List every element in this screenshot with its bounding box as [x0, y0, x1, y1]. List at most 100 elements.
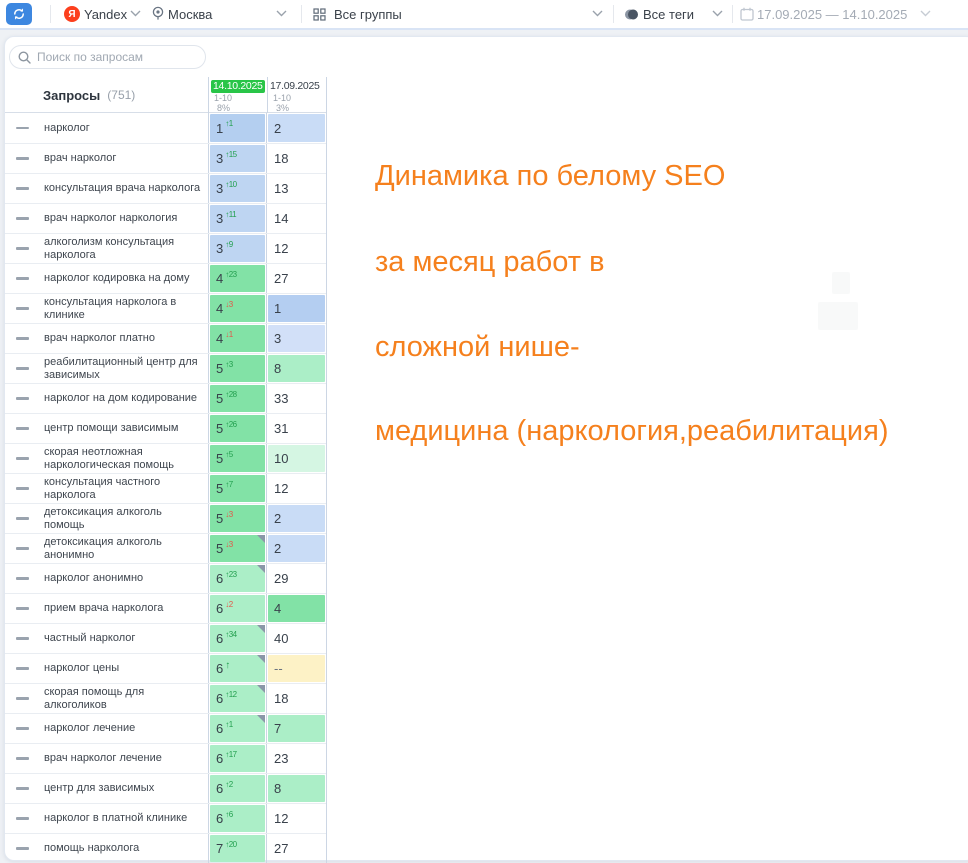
row-drag-handle[interactable]: [5, 654, 39, 683]
groups-filter-label[interactable]: Все группы: [334, 7, 402, 22]
position-cell-previous[interactable]: 13: [267, 174, 326, 203]
region-label[interactable]: Москва: [168, 7, 212, 22]
position-cell-current[interactable]: 6 ↑: [208, 654, 267, 683]
searcher-label[interactable]: Yandex: [84, 7, 127, 22]
position-cell-current[interactable]: 1 ↑1: [208, 113, 267, 143]
row-drag-handle[interactable]: [5, 714, 39, 743]
position-cell-previous[interactable]: 27: [267, 834, 326, 863]
position-cell-previous[interactable]: 2: [267, 534, 326, 563]
query-label[interactable]: врач нарколог лечение: [39, 744, 208, 773]
position-cell-current[interactable]: 5 ↑5: [208, 444, 267, 474]
row-drag-handle[interactable]: [5, 474, 39, 503]
position-cell-previous[interactable]: 8: [267, 354, 326, 383]
query-label[interactable]: консультация нарколога в клинике: [39, 294, 208, 323]
row-drag-handle[interactable]: [5, 564, 39, 593]
position-cell-current[interactable]: 6 ↑23: [208, 564, 267, 593]
row-drag-handle[interactable]: [5, 354, 39, 383]
row-drag-handle[interactable]: [5, 684, 39, 713]
query-search-box[interactable]: [9, 45, 206, 69]
position-cell-current[interactable]: 3 ↑10: [208, 174, 267, 203]
query-label[interactable]: нарколог в платной клинике: [39, 804, 208, 833]
tags-filter-label[interactable]: Все теги: [643, 7, 694, 22]
position-cell-current[interactable]: 3 ↑11: [208, 204, 267, 233]
query-label[interactable]: нарколог цены: [39, 654, 208, 683]
position-cell-current[interactable]: 6 ↑12: [208, 684, 267, 714]
position-cell-current[interactable]: 6 ↑6: [208, 804, 267, 833]
row-drag-handle[interactable]: [5, 294, 39, 323]
current-date-column-header[interactable]: 14.10.2025 1-10 8%: [208, 77, 267, 113]
query-label[interactable]: центр помощи зависимым: [39, 414, 208, 443]
row-drag-handle[interactable]: [5, 414, 39, 443]
row-drag-handle[interactable]: [5, 264, 39, 293]
position-cell-current[interactable]: 5 ↑7: [208, 474, 267, 504]
position-cell-previous[interactable]: 3: [267, 324, 326, 353]
chevron-down-icon[interactable]: [130, 10, 141, 17]
row-drag-handle[interactable]: [5, 534, 39, 563]
position-cell-current[interactable]: 5 ↓3: [208, 504, 267, 534]
position-cell-previous[interactable]: 8: [267, 774, 326, 803]
position-cell-previous[interactable]: 4: [267, 594, 326, 623]
position-cell-previous[interactable]: 10: [267, 444, 326, 473]
position-cell-previous[interactable]: 29: [267, 564, 326, 593]
row-drag-handle[interactable]: [5, 384, 39, 413]
query-label[interactable]: детоксикация алкоголь анонимно: [39, 534, 208, 563]
query-label[interactable]: детоксикация алкоголь помощь: [39, 504, 208, 533]
query-label[interactable]: нарколог кодировка на дому: [39, 264, 208, 293]
position-cell-previous[interactable]: 27: [267, 264, 326, 293]
query-label[interactable]: частный нарколог: [39, 624, 208, 653]
query-label[interactable]: врач нарколог: [39, 144, 208, 173]
queries-column-header[interactable]: Запросы (751): [39, 77, 208, 113]
position-cell-current[interactable]: 7 ↑20: [208, 834, 267, 863]
position-cell-current[interactable]: 6 ↓2: [208, 594, 267, 623]
row-drag-handle[interactable]: [5, 834, 39, 863]
query-label[interactable]: консультация частного нарколога: [39, 474, 208, 503]
row-drag-handle[interactable]: [5, 444, 39, 473]
position-cell-current[interactable]: 6 ↑34: [208, 624, 267, 653]
position-cell-current[interactable]: 3 ↑15: [208, 144, 267, 173]
chevron-down-icon[interactable]: [592, 10, 603, 17]
query-label[interactable]: нарколог лечение: [39, 714, 208, 743]
position-cell-previous[interactable]: 33: [267, 384, 326, 413]
position-cell-current[interactable]: 4 ↑23: [208, 264, 267, 293]
position-cell-current[interactable]: 6 ↑2: [208, 774, 267, 803]
chevron-down-icon[interactable]: [712, 10, 723, 17]
position-cell-current[interactable]: 3 ↑9: [208, 234, 267, 264]
query-label[interactable]: нарколог анонимно: [39, 564, 208, 593]
query-label[interactable]: реабилитационный центр для зависимых: [39, 354, 208, 383]
position-cell-previous[interactable]: 12: [267, 474, 326, 503]
row-drag-handle[interactable]: [5, 113, 39, 143]
row-drag-handle[interactable]: [5, 234, 39, 263]
row-drag-handle[interactable]: [5, 324, 39, 353]
row-drag-handle[interactable]: [5, 624, 39, 653]
query-label[interactable]: помощь нарколога: [39, 834, 208, 863]
row-drag-handle[interactable]: [5, 144, 39, 173]
row-drag-handle[interactable]: [5, 744, 39, 773]
position-cell-previous[interactable]: 12: [267, 804, 326, 833]
query-label[interactable]: скорая неотложная наркологическая помощь: [39, 444, 208, 473]
position-cell-previous[interactable]: 31: [267, 414, 326, 443]
search-input[interactable]: [37, 50, 197, 64]
query-label[interactable]: врач нарколог наркология: [39, 204, 208, 233]
row-drag-handle[interactable]: [5, 774, 39, 803]
position-cell-current[interactable]: 5 ↑26: [208, 414, 267, 443]
position-cell-current[interactable]: 5 ↓3: [208, 534, 267, 564]
position-cell-previous[interactable]: 18: [267, 684, 326, 713]
query-label[interactable]: прием врача нарколога: [39, 594, 208, 623]
row-drag-handle[interactable]: [5, 174, 39, 203]
previous-date-column-header[interactable]: 17.09.2025 1-10 3%: [267, 77, 326, 113]
position-cell-previous[interactable]: 18: [267, 144, 326, 173]
query-label[interactable]: консультация врача нарколога: [39, 174, 208, 203]
row-drag-handle[interactable]: [5, 504, 39, 533]
chevron-down-icon[interactable]: [920, 10, 931, 17]
query-label[interactable]: скорая помощь для алкоголиков: [39, 684, 208, 713]
position-cell-previous[interactable]: 40: [267, 624, 326, 653]
position-cell-previous[interactable]: 1: [267, 294, 326, 323]
position-cell-previous[interactable]: --: [267, 654, 326, 683]
date-range-label[interactable]: 17.09.2025 — 14.10.2025: [757, 7, 907, 22]
position-cell-previous[interactable]: 14: [267, 204, 326, 233]
query-label[interactable]: нарколог на дом кодирование: [39, 384, 208, 413]
refresh-button[interactable]: [6, 3, 32, 25]
row-drag-handle[interactable]: [5, 204, 39, 233]
position-cell-current[interactable]: 6 ↑1: [208, 714, 267, 743]
position-cell-current[interactable]: 6 ↑17: [208, 744, 267, 773]
